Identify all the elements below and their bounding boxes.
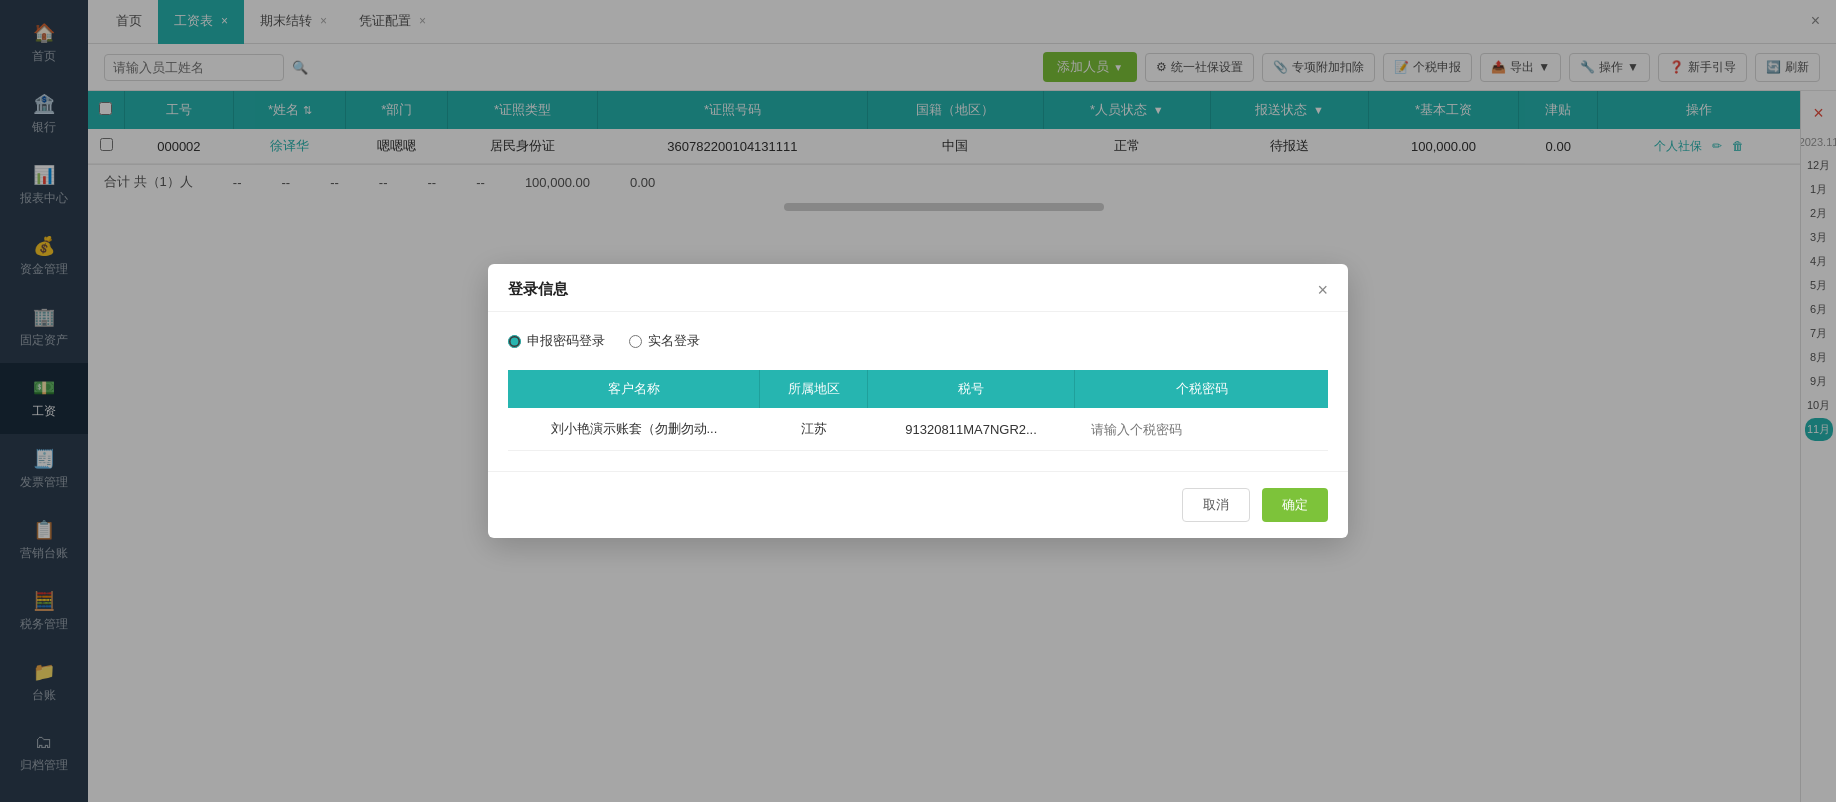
- dialog-col-taxno: 税号: [868, 370, 1075, 408]
- radio-realname-login[interactable]: 实名登录: [629, 332, 700, 350]
- dialog-table-row: 刘小艳演示账套（勿删勿动... 江苏 91320811MA7NGR2...: [508, 408, 1328, 451]
- cancel-button[interactable]: 取消: [1182, 488, 1250, 522]
- login-type-radio-group: 申报密码登录 实名登录: [508, 332, 1328, 350]
- dialog-cell-taxno: 91320811MA7NGR2...: [868, 408, 1075, 451]
- dialog-cell-password: [1075, 408, 1328, 451]
- tax-password-input[interactable]: [1091, 422, 1312, 437]
- dialog-body: 申报密码登录 实名登录 客户名称 所属地区 税号 个税密码: [488, 312, 1348, 471]
- confirm-button[interactable]: 确定: [1262, 488, 1328, 522]
- dialog-table: 客户名称 所属地区 税号 个税密码 刘小艳演示账套（勿删勿动... 江苏 913…: [508, 370, 1328, 451]
- dialog-cell-region: 江苏: [760, 408, 868, 451]
- dialog-title: 登录信息: [508, 280, 568, 299]
- radio-realname-input[interactable]: [629, 335, 642, 348]
- radio-password-input[interactable]: [508, 335, 521, 348]
- radio-password-login[interactable]: 申报密码登录: [508, 332, 605, 350]
- dialog-close-button[interactable]: ×: [1317, 281, 1328, 299]
- login-dialog: 登录信息 × 申报密码登录 实名登录 客户名称 所属地区: [488, 264, 1348, 538]
- dialog-overlay: 登录信息 × 申报密码登录 实名登录 客户名称 所属地区: [0, 0, 1836, 802]
- dialog-col-password: 个税密码: [1075, 370, 1328, 408]
- dialog-col-region: 所属地区: [760, 370, 868, 408]
- dialog-header: 登录信息 ×: [488, 264, 1348, 312]
- dialog-col-client: 客户名称: [508, 370, 760, 408]
- dialog-footer: 取消 确定: [488, 471, 1348, 538]
- dialog-cell-client: 刘小艳演示账套（勿删勿动...: [508, 408, 760, 451]
